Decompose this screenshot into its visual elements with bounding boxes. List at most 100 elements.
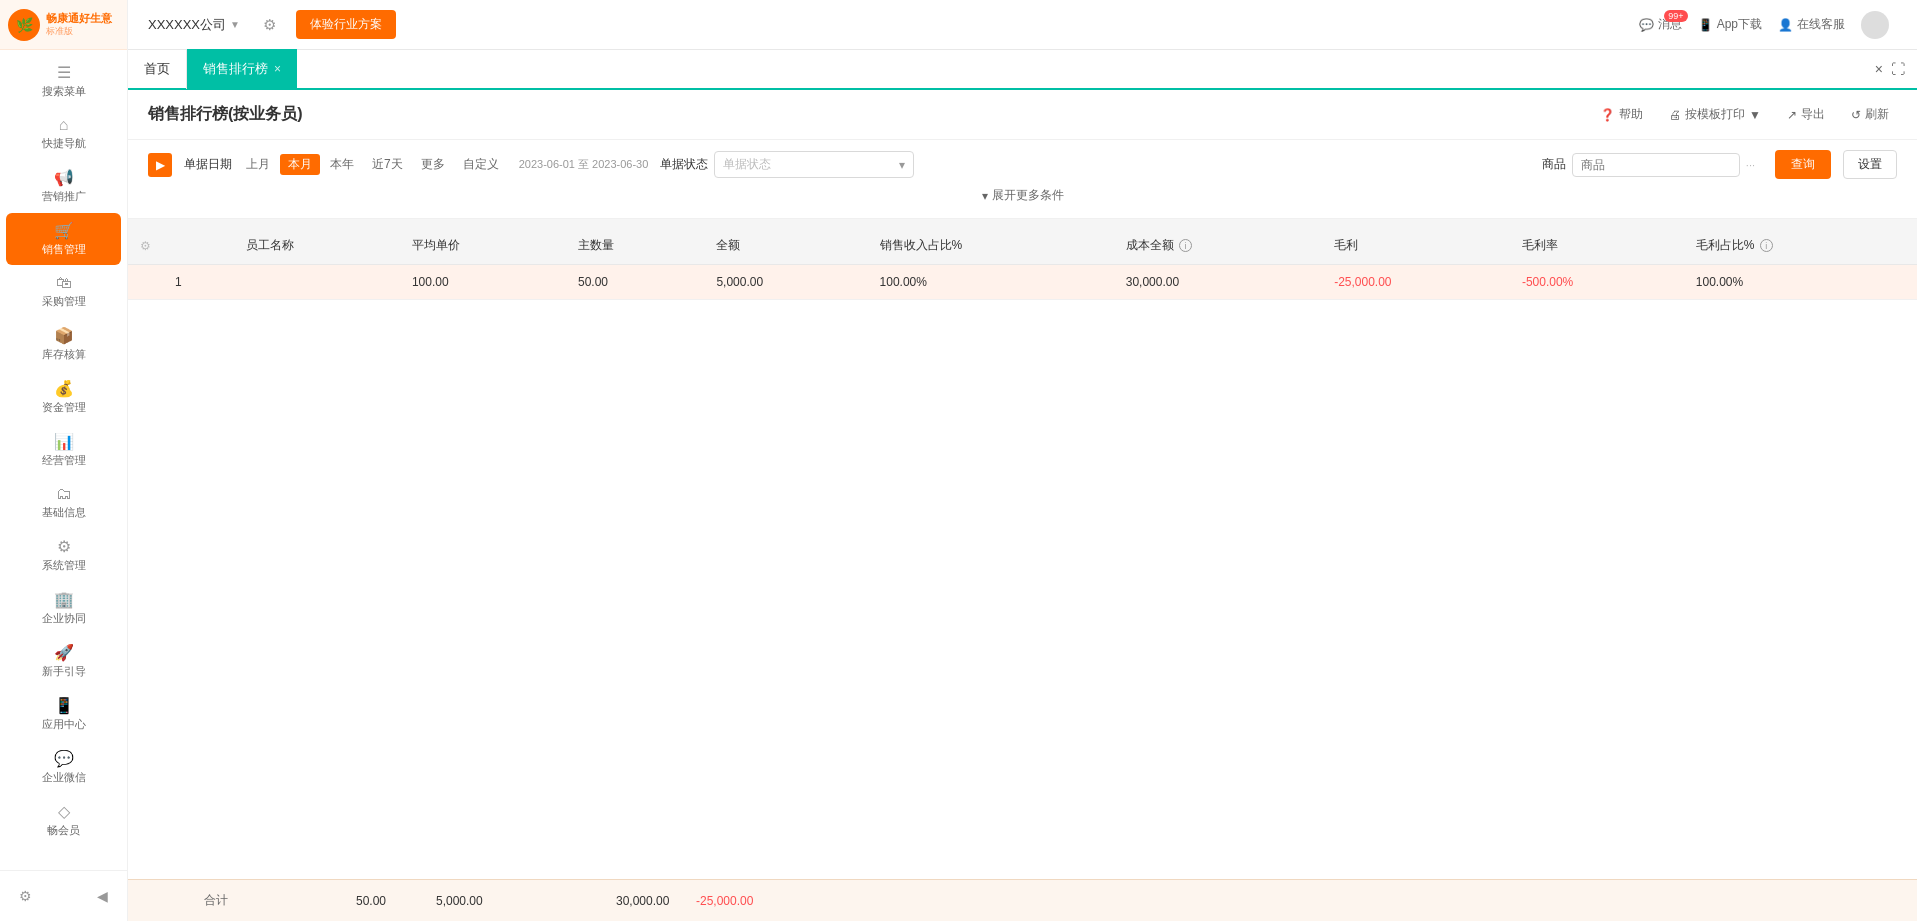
date-filter-label: 单据日期 [184, 156, 232, 173]
sidebar-icon-base-info: 🗂 [56, 485, 72, 503]
print-btn[interactable]: 🖨 按模板打印 ▼ [1661, 102, 1769, 127]
sidebar-icon-inventory: 📦 [54, 326, 74, 345]
date-option-7days[interactable]: 近7天 [364, 154, 411, 175]
logo-text: 畅康通好生意 [46, 11, 112, 25]
cell-cost: 30,000.00 [1114, 265, 1322, 300]
sidebar-item-enterprise[interactable]: 🏢企业协同 [6, 582, 121, 634]
sidebar-icon-purchase: 🛍 [56, 274, 72, 292]
sidebar-item-inventory[interactable]: 📦 库存核算 [6, 318, 121, 370]
cell-gross-pct: 100.00% [1684, 265, 1917, 300]
date-options: 上月 本月 本年 近7天 更多 自定义 [238, 154, 507, 175]
sidebar-item-base-info[interactable]: 🗂 基础信息 [6, 477, 121, 528]
expand-row: ▾ 展开更多条件 [148, 187, 1897, 208]
col-name: 员工名称 [234, 227, 400, 265]
sidebar-label-base-info: 基础信息 [42, 505, 86, 520]
table-header-row: ⚙ 员工名称 平均单价 主数量 全额 销售收入占比% 成本全额 i 毛利 毛利率… [128, 227, 1917, 265]
sidebar-item-finance[interactable]: 💰资金管理 [6, 371, 121, 423]
sidebar-item-app-center[interactable]: 📱应用中心 [6, 688, 121, 740]
refresh-btn[interactable]: ↺ 刷新 [1843, 102, 1897, 127]
settings-button[interactable]: 设置 [1843, 150, 1897, 179]
sidebar-label-enterprise: 企业协同 [42, 611, 86, 626]
sidebar-item-system[interactable]: ⚙系统管理 [6, 529, 121, 581]
gross-pct-info-icon[interactable]: i [1760, 239, 1773, 252]
page-title: 销售排行榜(按业务员) [148, 104, 303, 125]
app-download-action[interactable]: 📱 App下载 [1698, 16, 1762, 33]
filter-goods-group: 商品 ··· [1542, 153, 1755, 177]
sidebar-item-operations[interactable]: 📊经营管理 [6, 424, 121, 476]
user-avatar[interactable] [1861, 11, 1889, 39]
tab-home[interactable]: 首页 [128, 49, 187, 89]
footer-gross: -25,000.00 [684, 894, 765, 908]
date-option-more[interactable]: 更多 [413, 154, 453, 175]
cell-rank: 1 [163, 265, 234, 300]
sidebar-label-purchase: 采购管理 [42, 294, 86, 309]
more-fields-icon[interactable]: ··· [1746, 159, 1755, 171]
message-icon: 💬 [1639, 18, 1654, 32]
sidebar-item-quick-nav[interactable]: ⌂快捷导航 [6, 108, 121, 159]
data-table: ⚙ 员工名称 平均单价 主数量 全额 销售收入占比% 成本全额 i 毛利 毛利率… [128, 227, 1917, 300]
sidebar-label-marketing: 营销推广 [42, 189, 86, 204]
cell-name [234, 265, 400, 300]
tab-label: 销售排行榜 [203, 60, 268, 78]
topbar-settings-btn[interactable]: ⚙ [256, 11, 284, 39]
page-title-row: 销售排行榜(按业务员) ❓ 帮助 🖨 按模板打印 ▼ ↗ 导出 [148, 102, 1897, 127]
sidebar-item-member[interactable]: ◇畅会员 [6, 794, 121, 846]
tab-close-icon[interactable]: × [274, 62, 281, 76]
cell-settings [128, 265, 163, 300]
topbar-right: 💬 消息 99+ 📱 App下载 👤 在线客服 [1639, 11, 1905, 39]
online-service-action[interactable]: 👤 在线客服 [1778, 16, 1845, 33]
col-cost: 成本全额 i [1114, 227, 1322, 265]
col-avg-price: 平均单价 [400, 227, 566, 265]
export-icon: ↗ [1787, 108, 1797, 122]
company-selector[interactable]: XXXXXX公司 ▼ [140, 12, 248, 38]
sidebar-nav: ☰ 搜索菜单 ⌂快捷导航 📢 营销推广 🛒销售管理 🛍 采购管理 📦 库存核算 💰资金管理📊经营管理… [0, 50, 127, 870]
refresh-icon: ↺ [1851, 108, 1861, 122]
sidebar-label-search-order: 搜索菜单 [42, 84, 86, 99]
filter-collapse-btn[interactable]: ▶ [148, 153, 172, 177]
status-select[interactable]: 单据状态 ▾ [714, 151, 914, 178]
company-name: XXXXXX公司 [148, 16, 226, 34]
goods-input[interactable] [1572, 153, 1740, 177]
expand-conditions-btn[interactable]: ▾ 展开更多条件 [982, 187, 1064, 204]
sidebar-icon-search-order: ☰ [57, 63, 71, 82]
query-button[interactable]: 查询 [1775, 150, 1831, 179]
filter-date-group: 单据日期 上月 本月 本年 近7天 更多 自定义 [184, 154, 507, 175]
date-option-lastmonth[interactable]: 上月 [238, 154, 278, 175]
sidebar-icon-system: ⚙ [57, 537, 71, 556]
sidebar-settings-btn[interactable]: ⚙ [10, 881, 40, 911]
date-range-display: 2023-06-01 至 2023-06-30 [519, 157, 649, 172]
cell-quantity: 50.00 [566, 265, 704, 300]
tab-expand-icon[interactable]: ⛶ [1891, 61, 1905, 77]
sidebar-item-marketing[interactable]: 📢 营销推广 [6, 160, 121, 212]
date-option-thismonth[interactable]: 本月 [280, 154, 320, 175]
message-action[interactable]: 💬 消息 99+ [1639, 16, 1682, 33]
tab-sales-ranking[interactable]: 销售排行榜 × [187, 49, 297, 89]
sidebar-icon-wechat: 💬 [54, 749, 74, 768]
col-amount: 全额 [704, 227, 867, 265]
sidebar-item-search-order[interactable]: ☰ 搜索菜单 [6, 55, 121, 107]
cost-info-icon[interactable]: i [1179, 239, 1192, 252]
cell-gross: -25,000.00 [1322, 265, 1510, 300]
print-dropdown-icon: ▼ [1749, 108, 1761, 122]
sidebar-item-guide[interactable]: 🚀新手引导 [6, 635, 121, 687]
sidebar-item-purchase[interactable]: 🛍 采购管理 [6, 266, 121, 317]
export-btn[interactable]: ↗ 导出 [1779, 102, 1833, 127]
sidebar-label-member: 畅会员 [47, 823, 80, 838]
tab-bar: 首页 销售排行榜 × × ⛶ [128, 50, 1917, 90]
page-actions: ❓ 帮助 🖨 按模板打印 ▼ ↗ 导出 ↺ 刷新 [1592, 102, 1897, 127]
date-option-thisyear[interactable]: 本年 [322, 154, 362, 175]
status-select-value: 单据状态 [723, 156, 771, 173]
sidebar-label-inventory: 库存核算 [42, 347, 86, 362]
help-icon: ❓ [1600, 108, 1615, 122]
sidebar-icon-finance: 💰 [54, 379, 74, 398]
sidebar-item-wechat[interactable]: 💬企业微信 [6, 741, 121, 793]
tab-close-all-icon[interactable]: × [1875, 61, 1883, 77]
help-btn[interactable]: ❓ 帮助 [1592, 102, 1651, 127]
date-option-custom[interactable]: 自定义 [455, 154, 507, 175]
sidebar-icon-marketing: 📢 [54, 168, 74, 187]
table-row: 1 100.00 50.00 5,000.00 100.00% 30,000.0… [128, 265, 1917, 300]
sidebar-item-sales[interactable]: 🛒销售管理 [6, 213, 121, 265]
sidebar-collapse-btn[interactable]: ◀ [87, 881, 117, 911]
trial-button[interactable]: 体验行业方案 [296, 10, 396, 39]
col-settings[interactable]: ⚙ [128, 227, 163, 265]
